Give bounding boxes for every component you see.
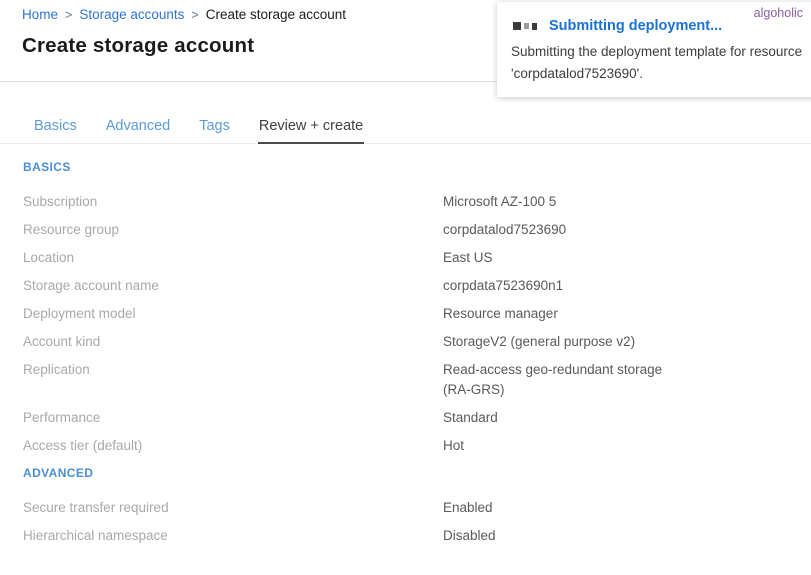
row-label: Secure transfer required (23, 500, 169, 515)
row-value: Enabled (443, 500, 493, 515)
breadcrumb-separator: > (65, 8, 73, 22)
row-value: Read-access geo-redundant storage (RA-GR… (443, 362, 663, 397)
breadcrumb-link-home[interactable]: Home (22, 7, 58, 22)
breadcrumb-link-storage-accounts[interactable]: Storage accounts (79, 7, 184, 22)
toast-title[interactable]: Submitting deployment... (549, 18, 722, 34)
row-label: Hierarchical namespace (23, 528, 168, 543)
summary-row-storage-account-name: Storage account name corpdata7523690n1 (23, 276, 811, 296)
toast-message-line2: 'corpdatalod7523690'. (511, 66, 644, 81)
tab-review-create[interactable]: Review + create (257, 116, 365, 144)
summary-row-resource-group: Resource group corpdatalod7523690 (23, 220, 811, 240)
row-label: Access tier (default) (23, 438, 143, 453)
advanced-section: Secure transfer required Enabled Hierarc… (23, 498, 811, 546)
toast-message-line1: Submitting the deployment template for r… (511, 44, 803, 59)
breadcrumb-separator: > (191, 8, 199, 22)
row-label: Location (23, 250, 75, 265)
summary-row-secure-transfer: Secure transfer required Enabled (23, 498, 811, 518)
row-value: corpdatalod7523690 (443, 222, 567, 237)
tab-basics[interactable]: Basics (33, 116, 78, 144)
section-heading-advanced: ADVANCED (23, 466, 94, 480)
summary-row-replication: Replication Read-access geo-redundant st… (23, 360, 811, 400)
row-value: Disabled (443, 528, 496, 543)
row-label: Replication (23, 362, 90, 377)
tab-tags[interactable]: Tags (198, 116, 231, 144)
row-value: Microsoft AZ-100 5 (443, 194, 557, 209)
row-value: East US (443, 250, 493, 265)
row-value: Hot (443, 438, 465, 453)
summary-row-account-kind: Account kind StorageV2 (general purpose … (23, 332, 811, 352)
watermark: algoholic (753, 6, 803, 20)
basics-section: Subscription Microsoft AZ-100 5 Resource… (23, 192, 811, 456)
summary-row-performance: Performance Standard (23, 408, 811, 428)
row-label: Deployment model (23, 306, 136, 321)
tab-bar: Basics Advanced Tags Review + create (0, 116, 811, 144)
row-label: Account kind (23, 334, 101, 349)
row-label: Performance (23, 410, 101, 425)
review-summary: BASICS Subscription Microsoft AZ-100 5 R… (23, 160, 811, 554)
row-value: Resource manager (443, 306, 558, 321)
toast-message: Submitting the deployment template for r… (511, 41, 811, 85)
toast-header: Submitting deployment... (511, 18, 811, 34)
row-value: corpdata7523690n1 (443, 278, 564, 293)
row-label: Subscription (23, 194, 98, 209)
row-value: StorageV2 (general purpose v2) (443, 334, 636, 349)
section-heading-basics: BASICS (23, 160, 71, 174)
summary-row-subscription: Subscription Microsoft AZ-100 5 (23, 192, 811, 212)
summary-row-access-tier: Access tier (default) Hot (23, 436, 811, 456)
summary-row-location: Location East US (23, 248, 811, 268)
summary-row-hierarchical-namespace: Hierarchical namespace Disabled (23, 526, 811, 546)
deployment-progress-icon (513, 22, 537, 30)
row-value: Standard (443, 410, 498, 425)
breadcrumb: Home > Storage accounts > Create storage acc… (22, 7, 346, 22)
breadcrumb-current-page: Create storage account (205, 7, 347, 22)
tab-advanced[interactable]: Advanced (105, 116, 172, 144)
page-title: Create storage account (22, 34, 255, 57)
row-label: Storage account name (23, 278, 159, 293)
summary-row-deployment-model: Deployment model Resource manager (23, 304, 811, 324)
row-label: Resource group (23, 222, 120, 237)
